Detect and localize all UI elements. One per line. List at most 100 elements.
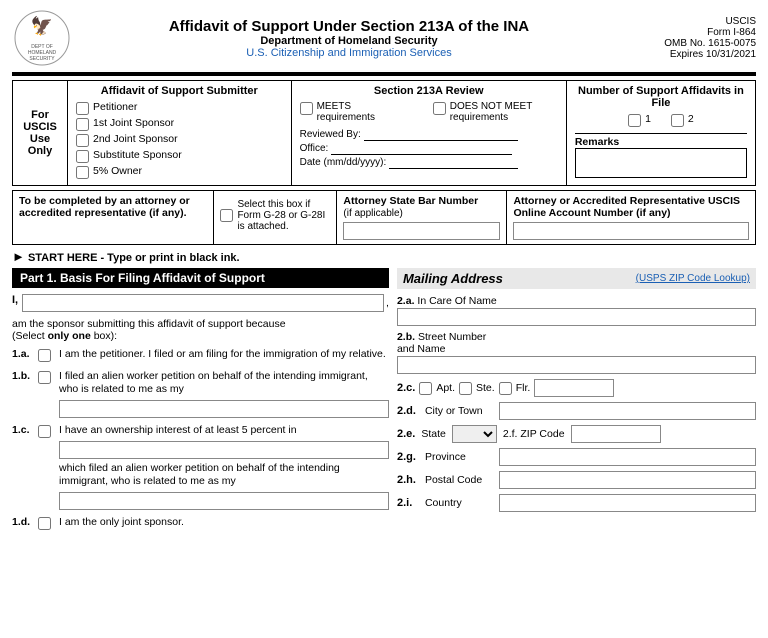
omb-label: OMB No. 1615-0075 bbox=[626, 38, 756, 49]
field-2h-id: 2.h. bbox=[397, 474, 421, 486]
number-1-checkbox[interactable] bbox=[628, 114, 641, 127]
field-2d-input[interactable] bbox=[499, 402, 756, 420]
office-input[interactable] bbox=[331, 143, 512, 155]
zip-lookup-link[interactable]: (USPS ZIP Code Lookup) bbox=[636, 273, 750, 284]
field-2a-label: 2.a. In Care Of Name bbox=[397, 295, 756, 307]
part1-heading: Part 1. Basis For Filing Affidavit of Su… bbox=[12, 268, 389, 288]
remarks-box bbox=[575, 148, 747, 178]
review-col: Section 213A Review MEETS requirements D… bbox=[292, 81, 567, 185]
owner-checkbox[interactable] bbox=[76, 166, 89, 179]
field-1c: 1.c. I have an ownership interest of at … bbox=[12, 424, 389, 510]
header-divider bbox=[12, 72, 756, 76]
reviewed-by-input[interactable] bbox=[364, 129, 519, 141]
field-2b: 2.b. Street Numberand Name bbox=[397, 331, 756, 374]
field-2d-id: 2.d. bbox=[397, 405, 421, 417]
field-1b-number: 1.b. bbox=[12, 370, 34, 382]
does-not-meet-item: DOES NOT MEET requirements bbox=[433, 101, 558, 123]
field-1a-checkbox[interactable] bbox=[38, 349, 51, 362]
field-1b-input[interactable] bbox=[59, 400, 389, 418]
substitute-checkbox[interactable] bbox=[76, 150, 89, 163]
number-2-item: 2 bbox=[671, 113, 694, 127]
field-2c: 2.c. Apt. Ste. Flr. bbox=[397, 379, 756, 397]
g28-row: Select this box if Form G-28 or G-28I is… bbox=[220, 199, 330, 232]
flr-label: Flr. bbox=[516, 382, 531, 394]
arrow-icon: ► bbox=[12, 249, 25, 264]
sponsor-name-input[interactable] bbox=[22, 294, 384, 312]
field-1c-input1[interactable] bbox=[59, 441, 389, 459]
i-trailing: , bbox=[386, 297, 389, 309]
substitute-item: Substitute Sponsor bbox=[76, 149, 283, 163]
date-row: Date (mm/dd/yyyy): bbox=[300, 157, 558, 169]
field-1c-content: I have an ownership interest of at least… bbox=[59, 424, 389, 510]
field-1b-checkbox[interactable] bbox=[38, 371, 51, 384]
does-not-meet-checkbox[interactable] bbox=[433, 102, 446, 115]
remarks-label: Remarks bbox=[575, 136, 747, 148]
field-1a-number: 1.a. bbox=[12, 348, 34, 360]
field-2d: 2.d. City or Town bbox=[397, 402, 756, 420]
field-2a-input[interactable] bbox=[397, 308, 756, 326]
attorney-row: To be completed by an attorney or accred… bbox=[12, 190, 756, 245]
submitter-col: Affidavit of Support Submitter Petitione… bbox=[68, 81, 292, 185]
zip-label: 2.f. ZIP Code bbox=[503, 428, 565, 440]
state-label: State bbox=[421, 428, 446, 440]
state-select[interactable] bbox=[452, 425, 497, 443]
ste-label: Ste. bbox=[476, 382, 495, 394]
subtitle: Department of Homeland Security bbox=[72, 35, 626, 47]
field-2e-id: 2.e. bbox=[397, 428, 415, 440]
field-2g-input[interactable] bbox=[499, 448, 756, 466]
apt-number-input[interactable] bbox=[534, 379, 614, 397]
field-1a-content: I am the petitioner. I filed or am filin… bbox=[59, 348, 389, 364]
header-right: USCIS Form I-864 OMB No. 1615-0075 Expir… bbox=[626, 16, 756, 60]
apt-label: Apt. bbox=[436, 382, 455, 394]
ste-checkbox[interactable] bbox=[459, 382, 472, 395]
field-2i: 2.i. Country bbox=[397, 494, 756, 512]
g28-checkbox[interactable] bbox=[220, 209, 233, 222]
joint2-item: 2nd Joint Sponsor bbox=[76, 133, 283, 147]
form-label: Form I-864 bbox=[626, 27, 756, 38]
attorney-account-col: Attorney or Accredited Representative US… bbox=[507, 191, 755, 244]
field-2h: 2.h. Postal Code bbox=[397, 471, 756, 489]
uscis-label: USCIS bbox=[626, 16, 756, 27]
date-input[interactable] bbox=[389, 157, 518, 169]
submitter-title: Affidavit of Support Submitter bbox=[76, 85, 283, 97]
office-row: Office: bbox=[300, 143, 558, 155]
mailing-title: Mailing Address bbox=[403, 271, 503, 286]
expires-label: Expires 10/31/2021 bbox=[626, 49, 756, 60]
field-1b: 1.b. I filed an alien worker petition on… bbox=[12, 370, 389, 418]
page: 🦅 DEPT OF HOMELAND SECURITY Affidavit of… bbox=[0, 0, 768, 545]
field-2h-input[interactable] bbox=[499, 471, 756, 489]
joint2-checkbox[interactable] bbox=[76, 134, 89, 147]
field-2b-input[interactable] bbox=[397, 356, 756, 374]
number-col: Number of Support Affidavits in File 1 2… bbox=[567, 81, 755, 185]
petitioner-checkbox[interactable] bbox=[76, 102, 89, 115]
attorney-desc: To be completed by an attorney or accred… bbox=[13, 191, 214, 244]
header-center: Affidavit of Support Under Section 213A … bbox=[72, 18, 626, 59]
i-label: I, bbox=[12, 294, 18, 306]
reviewed-by-row: Reviewed By: bbox=[300, 129, 558, 141]
bar-number-input[interactable] bbox=[343, 222, 500, 240]
zip-input[interactable] bbox=[571, 425, 661, 443]
meets-checkbox[interactable] bbox=[300, 102, 313, 115]
field-1c-number: 1.c. bbox=[12, 424, 34, 436]
attorney-bar-col: Attorney State Bar Number (if applicable… bbox=[337, 191, 507, 244]
field-1c-checkbox[interactable] bbox=[38, 425, 51, 438]
left-column: Part 1. Basis For Filing Affidavit of Su… bbox=[12, 268, 389, 537]
apt-checkbox[interactable] bbox=[419, 382, 432, 395]
field-1d-checkbox[interactable] bbox=[38, 517, 51, 530]
meets-item: MEETS requirements bbox=[300, 101, 425, 123]
field-2i-id: 2.i. bbox=[397, 497, 421, 509]
field-1c-input2[interactable] bbox=[59, 492, 389, 510]
svg-text:🦅: 🦅 bbox=[31, 15, 53, 36]
bar-title: Attorney State Bar Number bbox=[343, 195, 500, 207]
account-number-input[interactable] bbox=[513, 222, 749, 240]
flr-checkbox[interactable] bbox=[499, 382, 512, 395]
field-2i-input[interactable] bbox=[499, 494, 756, 512]
name-row: I, , bbox=[12, 294, 389, 312]
field-1d: 1.d. I am the only joint sponsor. bbox=[12, 516, 389, 532]
logo: 🦅 DEPT OF HOMELAND SECURITY bbox=[12, 8, 72, 68]
field-2e-2f: 2.e. State 2.f. ZIP Code bbox=[397, 425, 756, 443]
joint1-checkbox[interactable] bbox=[76, 118, 89, 131]
number-2-checkbox[interactable] bbox=[671, 114, 684, 127]
joint1-item: 1st Joint Sponsor bbox=[76, 117, 283, 131]
subtitle2: U.S. Citizenship and Immigration Service… bbox=[72, 47, 626, 59]
